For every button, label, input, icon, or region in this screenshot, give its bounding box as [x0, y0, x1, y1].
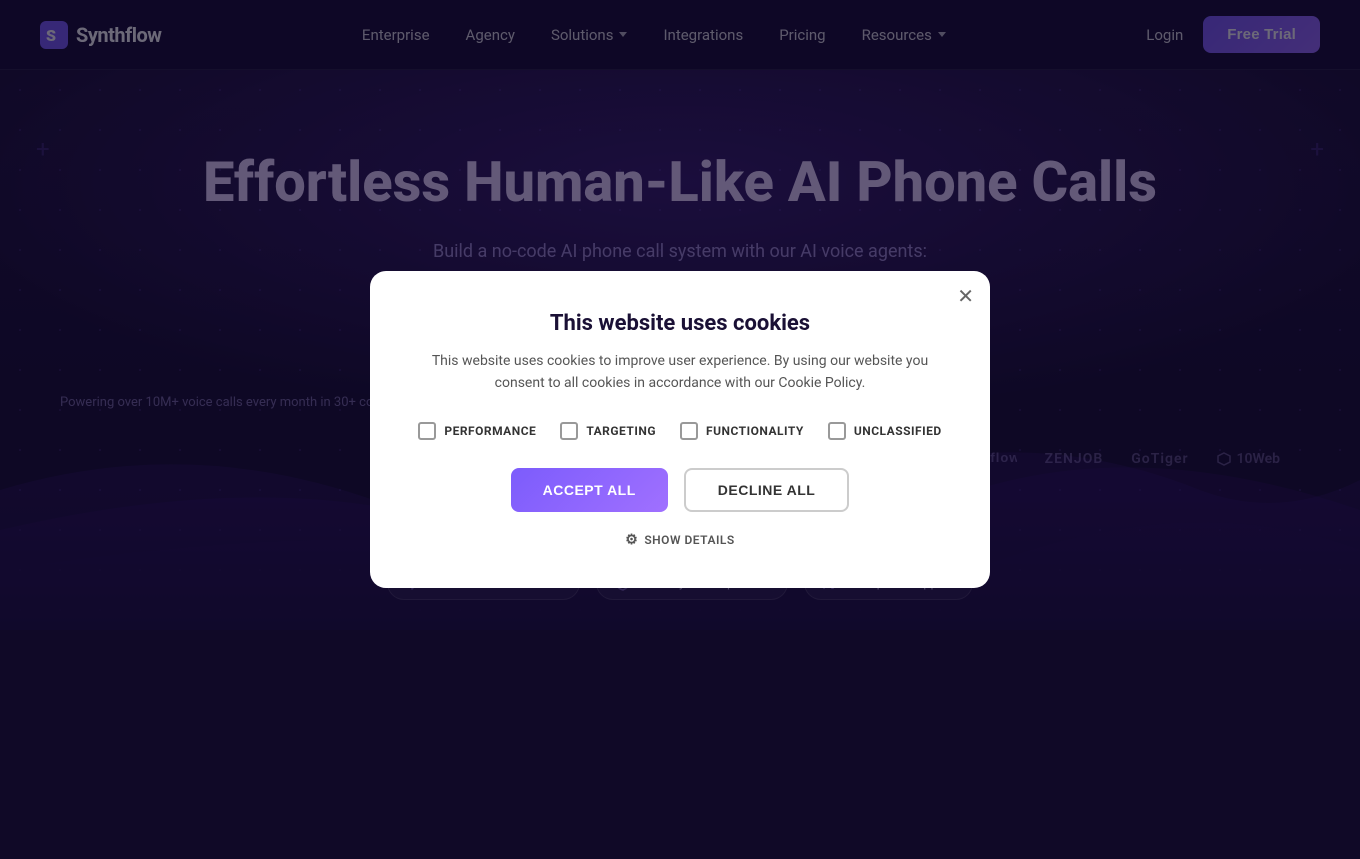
cookie-category-unclassified[interactable]: UNCLASSIFIED — [828, 422, 942, 440]
cookie-category-performance[interactable]: PERFORMANCE — [418, 422, 536, 440]
targeting-checkbox[interactable] — [560, 422, 578, 440]
cookie-title: This website uses cookies — [414, 311, 946, 336]
cookie-category-targeting[interactable]: TARGETING — [560, 422, 656, 440]
performance-label: PERFORMANCE — [444, 424, 536, 438]
functionality-checkbox[interactable] — [680, 422, 698, 440]
performance-checkbox[interactable] — [418, 422, 436, 440]
cookie-categories: PERFORMANCE TARGETING FUNCTIONALITY UNCL… — [414, 422, 946, 440]
cookie-buttons: ACCEPT ALL DECLINE ALL — [414, 468, 946, 512]
unclassified-label: UNCLASSIFIED — [854, 424, 942, 438]
functionality-label: FUNCTIONALITY — [706, 424, 804, 438]
cookie-description: This website uses cookies to improve use… — [414, 350, 946, 395]
targeting-label: TARGETING — [586, 424, 656, 438]
show-details-link[interactable]: ⚙ SHOW DETAILS — [414, 532, 946, 548]
decline-all-button[interactable]: DECLINE ALL — [684, 468, 850, 512]
gear-icon: ⚙ — [625, 532, 638, 548]
cookie-close-button[interactable]: ✕ — [957, 287, 974, 307]
accept-all-button[interactable]: ACCEPT ALL — [511, 468, 668, 512]
unclassified-checkbox[interactable] — [828, 422, 846, 440]
show-details-label: SHOW DETAILS — [644, 533, 734, 547]
cookie-category-functionality[interactable]: FUNCTIONALITY — [680, 422, 804, 440]
cookie-overlay: ✕ This website uses cookies This website… — [0, 0, 1360, 859]
cookie-modal: ✕ This website uses cookies This website… — [370, 271, 990, 589]
